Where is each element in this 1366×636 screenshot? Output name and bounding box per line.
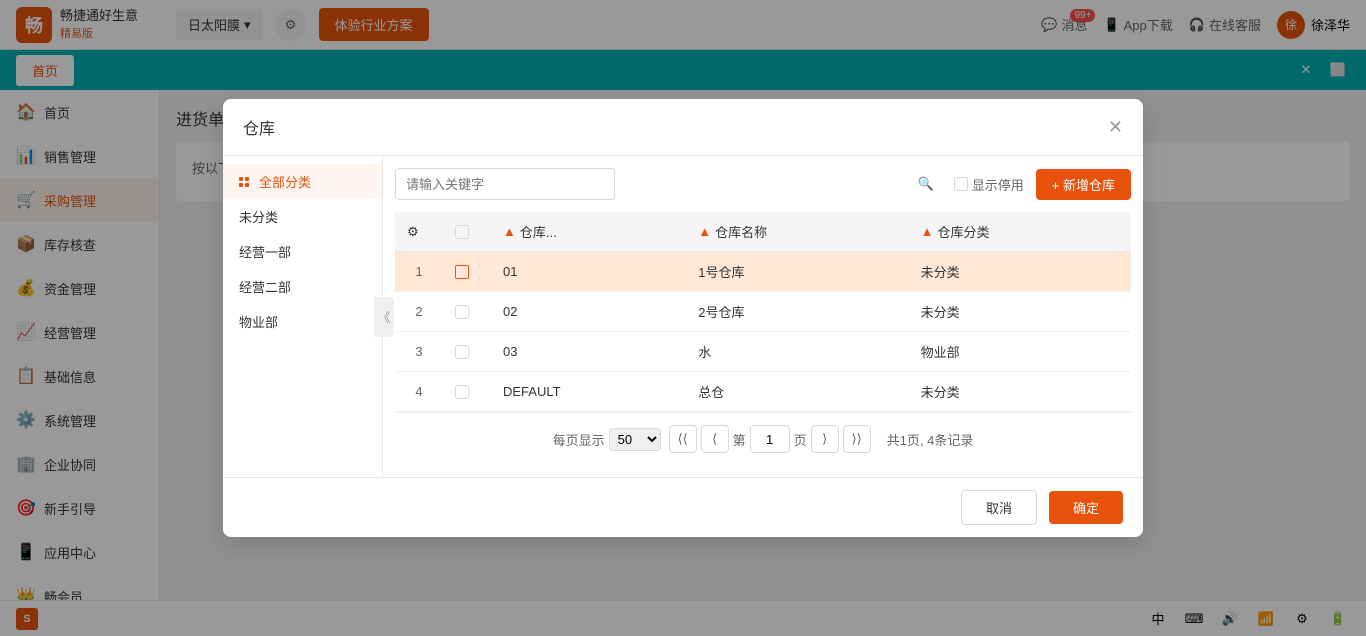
row-select-checkbox-1[interactable] [455,265,469,279]
table-row[interactable]: 3 03 水 物业部 [395,332,1131,372]
modal-footer: 取消 确定 [223,477,1143,537]
row-num-1: 1 [395,252,443,292]
th-name-label: 仓库名称 [715,222,767,241]
page-input[interactable] [750,425,790,453]
category-operation1[interactable]: 经营一部 [223,234,382,269]
next-page-button[interactable]: ⟩ [811,425,839,453]
row-category-4: 未分类 [909,372,1131,412]
row-select-checkbox-4[interactable] [455,385,469,399]
row-checkbox-1[interactable] [443,252,491,292]
row-name-3: 水 [686,332,908,372]
pagination: 每页显示 50 100 200 ⟨⟨ ⟨ 第 页 ⟩ [395,412,1131,465]
collapse-panel-button[interactable]: 《 [374,297,394,337]
grid-icon [239,177,251,187]
category-operation1-label: 经营一部 [239,242,291,261]
category-unclassified[interactable]: 未分类 [223,199,382,234]
show-disabled-checkbox[interactable] [954,177,968,191]
show-disabled-label[interactable]: 显示停用 [954,175,1024,194]
th-checkbox [443,212,491,252]
sort-icon-code: ▲ [503,224,516,239]
confirm-button[interactable]: 确定 [1049,491,1123,524]
row-checkbox-2[interactable] [443,292,491,332]
warehouse-modal: 仓库 ✕ 全部分类 未分类 经 [223,99,1143,537]
th-category-label: 仓库分类 [937,222,989,241]
category-operation2-label: 经营二部 [239,277,291,296]
warehouse-table: ⚙ ▲ 仓库... [395,212,1131,412]
category-unclassified-label: 未分类 [239,207,278,226]
row-category-3: 物业部 [909,332,1131,372]
sort-code[interactable]: ▲ 仓库... [503,222,674,241]
per-page-label: 每页显示 [553,430,605,449]
show-disabled-text: 显示停用 [972,175,1024,194]
table-header-row: ⚙ ▲ 仓库... [395,212,1131,252]
select-all-checkbox[interactable] [455,225,469,239]
search-input[interactable] [395,168,615,200]
modal-title: 仓库 [243,115,275,139]
th-category: ▲ 仓库分类 [909,212,1131,252]
page-nav: ⟨⟨ ⟨ 第 页 ⟩ ⟩⟩ [669,425,871,453]
row-code-3: 03 [491,332,686,372]
category-panel: 全部分类 未分类 经营一部 经营二部 物业部 《 [223,156,383,477]
per-page-select: 每页显示 50 100 200 [553,428,661,451]
cancel-button[interactable]: 取消 [961,490,1037,525]
th-code-label: 仓库... [520,222,557,241]
sort-icon-category: ▲ [921,224,934,239]
row-select-checkbox-2[interactable] [455,305,469,319]
category-all[interactable]: 全部分类 [223,164,382,199]
row-name-4: 总仓 [686,372,908,412]
page-total-info: 共1页, 4条记录 [887,430,974,449]
search-wrap: 🔍 [395,168,942,200]
category-operation2[interactable]: 经营二部 [223,269,382,304]
row-num-2: 2 [395,292,443,332]
sort-icon-name: ▲ [698,224,711,239]
row-select-checkbox-3[interactable] [455,345,469,359]
row-checkbox-3[interactable] [443,332,491,372]
row-name-2: 2号仓库 [686,292,908,332]
row-code-1: 01 [491,252,686,292]
modal-body: 全部分类 未分类 经营一部 经营二部 物业部 《 [223,156,1143,477]
th-name: ▲ 仓库名称 [686,212,908,252]
modal-overlay: 仓库 ✕ 全部分类 未分类 经 [0,0,1366,636]
sort-name[interactable]: ▲ 仓库名称 [698,222,896,241]
per-page-dropdown[interactable]: 50 100 200 [609,428,661,451]
table-row[interactable]: 2 02 2号仓库 未分类 [395,292,1131,332]
row-code-4: DEFAULT [491,372,686,412]
category-all-label: 全部分类 [259,172,311,191]
table-row[interactable]: 4 DEFAULT 总仓 未分类 [395,372,1131,412]
category-property-label: 物业部 [239,312,278,331]
row-num-4: 4 [395,372,443,412]
modal-close-button[interactable]: ✕ [1108,117,1123,138]
search-icon[interactable]: 🔍 [918,176,934,192]
prev-page-button[interactable]: ⟨ [701,425,729,453]
row-num-3: 3 [395,332,443,372]
row-name-1: 1号仓库 [686,252,908,292]
modal-header: 仓库 ✕ [223,99,1143,156]
page-label: 第 [733,430,746,449]
add-warehouse-button[interactable]: + 新增仓库 [1036,169,1131,200]
first-page-button[interactable]: ⟨⟨ [669,425,697,453]
row-category-1: 未分类 [909,252,1131,292]
table: ⚙ ▲ 仓库... [395,212,1131,412]
table-panel: 🔍 显示停用 + 新增仓库 ⚙ [383,156,1143,477]
table-row[interactable]: 1 01 1号仓库 未分类 [395,252,1131,292]
search-bar: 🔍 显示停用 + 新增仓库 [395,168,1131,200]
row-category-2: 未分类 [909,292,1131,332]
th-settings: ⚙ [395,212,443,252]
row-checkbox-4[interactable] [443,372,491,412]
settings-icon: ⚙ [407,224,419,239]
row-code-2: 02 [491,292,686,332]
last-page-button[interactable]: ⟩⟩ [843,425,871,453]
sort-category[interactable]: ▲ 仓库分类 [921,222,1119,241]
th-code: ▲ 仓库... [491,212,686,252]
page-suffix: 页 [794,430,807,449]
table-body: 1 01 1号仓库 未分类 2 02 2号仓库 [395,252,1131,412]
category-property[interactable]: 物业部 [223,304,382,339]
